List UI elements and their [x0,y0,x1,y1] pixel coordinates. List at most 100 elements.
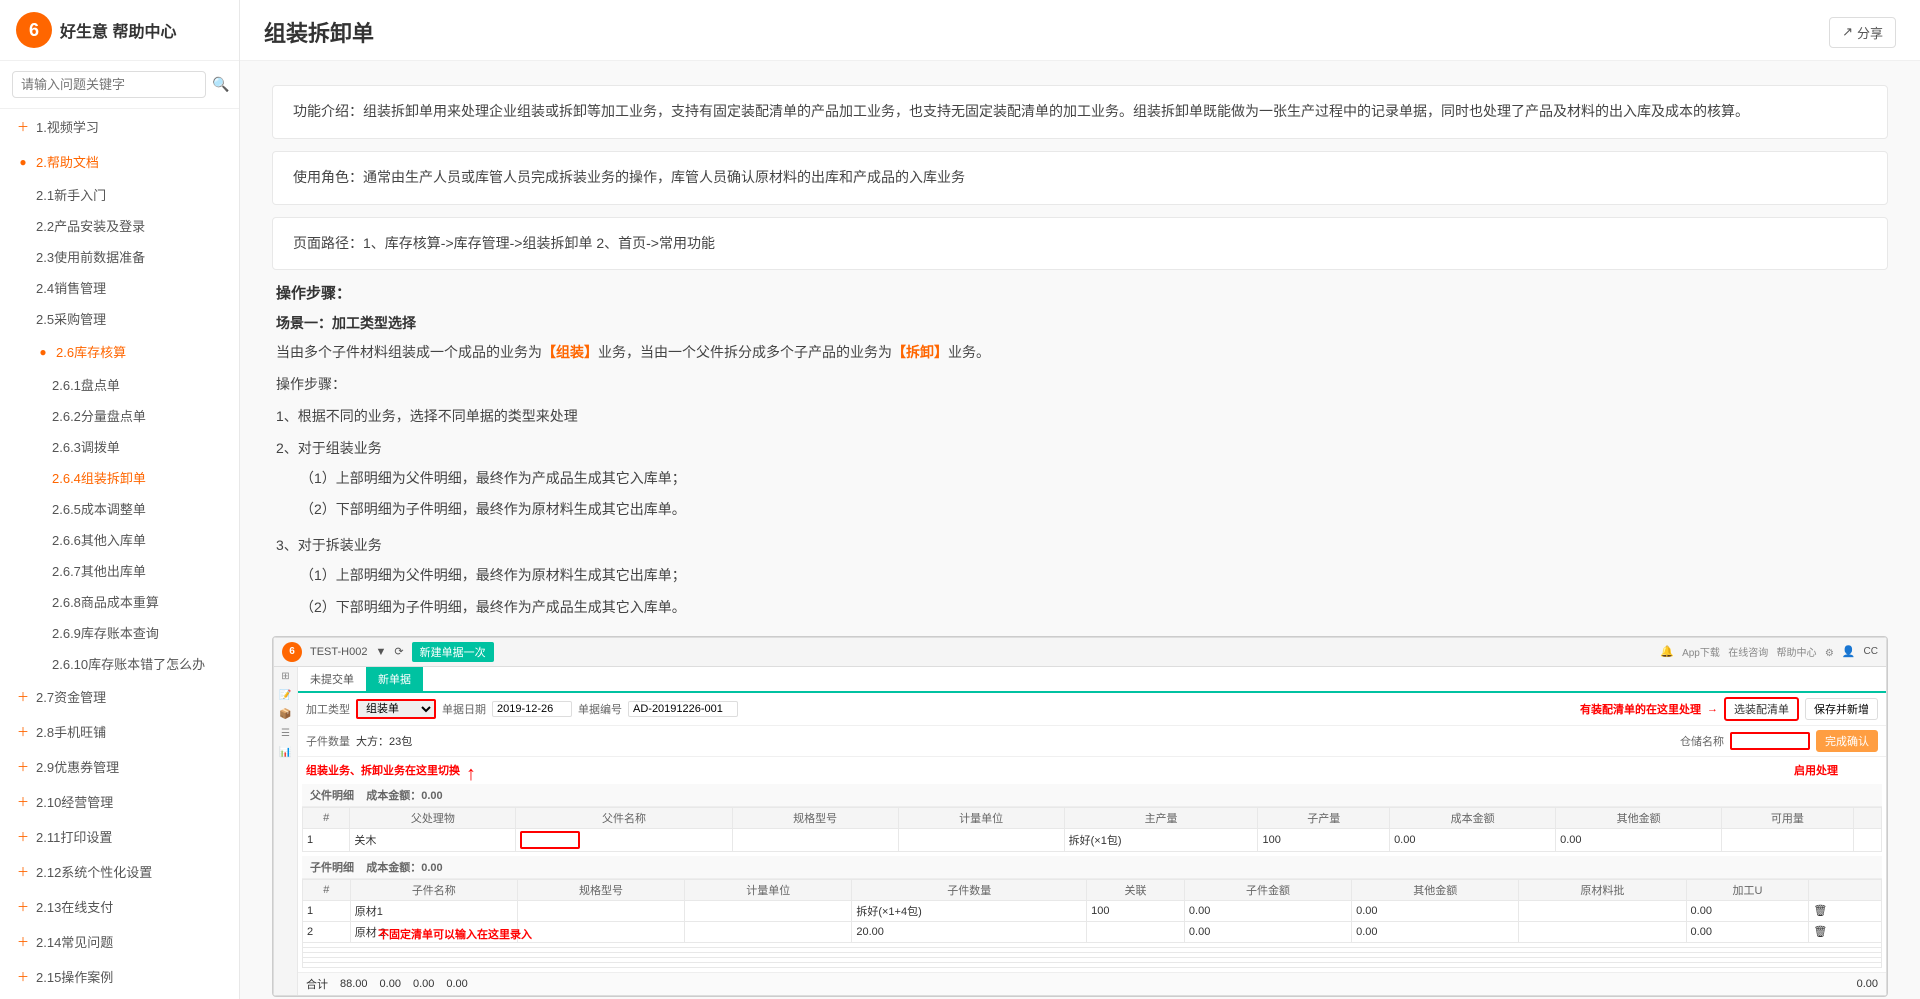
nav-section: ＋ 1.视频学习 ● 2.帮助文档 2.1新手入门 2.2产品安装及登录 2.3… [0,109,239,994]
th2-other: 其他金额 [1352,879,1519,900]
td-main-qty: 拆好(×1包) [1064,828,1258,851]
tab-bar: 未提交单 新单据 [298,667,1886,693]
app-new-order-btn[interactable]: 新建单据一次 [412,642,494,662]
sidebar-item-capital[interactable]: ＋ 2.7资金管理 [0,679,239,714]
sidebar-item-onlinepay[interactable]: ＋ 2.13在线支付 [0,889,239,924]
plus-icon8: ＋ [16,900,30,914]
search-input[interactable] [12,71,206,98]
th-main-qty: 主产量 [1064,807,1258,828]
input-store[interactable] [1730,732,1810,750]
th-parent-id: 父处理物 [350,807,516,828]
select-type[interactable]: 组装单 拆卸单 [356,699,436,719]
btn-select-bom[interactable]: 选装配清单 [1724,697,1799,721]
label-type: 加工类型 [306,701,350,717]
td2-unit [685,900,852,921]
sidebar-item-cases[interactable]: ＋ 2.15操作案例 [0,959,239,994]
sidebar-subitem-stocktake[interactable]: 2.6.1盘点单 [0,369,239,400]
logo-icon: 6 [16,12,52,48]
steps-heading: 操作步骤： [276,282,1884,303]
td2-num-2: 2 [303,921,351,942]
plus-icon9: ＋ [16,935,30,949]
annotation-bom: 有装配清单的在这里处理 [1580,701,1701,717]
btn-save[interactable]: 保存并新增 [1805,698,1878,720]
sidebar-subitem-newcomer[interactable]: 2.1新手入门 [0,179,239,210]
input-parent-name[interactable] [520,831,580,849]
sidebar-subitem-adjust[interactable]: 2.6.3调拨单 [0,431,239,462]
annotation-enable: 启用处理 [1794,762,1838,778]
sidebar-item-label: 2.10经营管理 [36,792,113,811]
td2-name: 原材1 [350,900,517,921]
left-icon-col: ⊞ 📝 📦 ☰ 📊 [274,667,298,995]
sidebar-subitem-assembly[interactable]: 2.6.4组装拆卸单 [0,462,239,493]
sidebar-subitem-otheroutstock[interactable]: 2.6.7其他出库单 [0,555,239,586]
icon-list: ☰ [281,728,290,739]
sidebar-subitem-costadj[interactable]: 2.6.5成本调整单 [0,493,239,524]
sidebar-subitem-purchase[interactable]: 2.5采购管理 [0,303,239,334]
app-dropdown-icon: ▼ [375,646,386,658]
td-parent-name [516,828,732,851]
td2-batch-2 [1519,921,1686,942]
td2-ops: 🗑 [1809,900,1882,921]
tab-blank[interactable] [423,667,447,691]
sidebar-item-print[interactable]: ＋ 2.11打印设置 [0,819,239,854]
th2-child-name: 子件名称 [350,879,517,900]
step2-1: （1）上部明细为父件明细，最终作为产成品生成其它入库单； [276,467,1884,491]
annotation-row: 组装业务、拆卸业务在这里切换 ↑ 启用处理 [298,757,1886,784]
step2: 2、对于组装业务 [276,437,1884,461]
th-other: 其他金额 [1556,807,1722,828]
sidebar-subitem-prepare[interactable]: 2.3使用前数据准备 [0,241,239,272]
td2-ops-2: 🗑 [1809,921,1882,942]
icon-home: ⊞ [281,671,289,682]
td2-spec [517,900,684,921]
upper-table: # 父处理物 父件名称 规格型号 计量单位 主产量 子产量 成本金额 其他金额 [302,807,1882,852]
search-icon[interactable]: 🔍 [212,76,229,93]
plus-icon6: ＋ [16,830,30,844]
count-val: 大方：23包 [356,733,412,749]
sidebar-subitem-accounterr[interactable]: 2.6.10库存账本错了怎么办 [0,648,239,679]
share-button[interactable]: ↗ 分享 [1829,17,1896,48]
sidebar-subitem-partial[interactable]: 2.6.2分量盘点单 [0,400,239,431]
app-toolbar-links: App下载 在线咨询 帮助中心 ⚙ [1682,644,1834,659]
annotation-switch: 组装业务、拆卸业务在这里切换 [306,762,460,778]
sidebar-item-faq[interactable]: ＋ 2.14常见问题 [0,924,239,959]
label-num: 单据编号 [578,701,622,717]
sidebar-subitem-stockcheck[interactable]: 2.6.9库存账本查询 [0,617,239,648]
sidebar-subitem-sales[interactable]: 2.4销售管理 [0,272,239,303]
main-content: 组装拆卸单 ↗ 分享 功能介绍：组装拆卸单用来处理企业组装或拆卸等加工业务，支持… [240,0,1920,999]
share-label: 分享 [1857,23,1883,42]
app-bell-icon: 🔔 [1660,645,1674,658]
sidebar-item-video[interactable]: ＋ 1.视频学习 [0,109,239,144]
form-row-2: 子件数量 大方：23包 仓储名称 完成确认 [298,726,1886,757]
input-num[interactable] [628,701,738,717]
sidebar-item-label: 2.12系统个性化设置 [36,862,152,881]
sidebar-item-personalize[interactable]: ＋ 2.12系统个性化设置 [0,854,239,889]
tab-new[interactable]: 新单据 [366,667,423,691]
sidebar-subitem-otherinstock[interactable]: 2.6.6其他入库单 [0,524,239,555]
upper-table-section: 父件明细 成本金额：0.00 # 父处理物 父件名称 规格型号 计量单位 [298,784,1886,856]
td2-related-2 [1087,921,1185,942]
app-main-flex: ⊞ 📝 📦 ☰ 📊 未提交单 新单据 [274,667,1886,995]
tab-unsubmitted[interactable]: 未提交单 [298,667,366,691]
sidebar-item-label: 2.14常见问题 [36,932,113,951]
sidebar-item-docs[interactable]: ● 2.帮助文档 [0,144,239,179]
sidebar-item-mobile[interactable]: ＋ 2.8手机旺铺 [0,714,239,749]
form-area: 加工类型 组装单 拆卸单 单据日期 单据编号 有装配清单的在这 [298,693,1886,784]
search-box: 🔍 [0,61,239,109]
sidebar-subitem-costrecalc[interactable]: 2.6.8商品成本重算 [0,586,239,617]
arrow-down: ↑ [466,763,476,786]
app-right-panel: 未提交单 新单据 加工类型 组装单 拆卸单 [298,667,1886,995]
btn-confirm[interactable]: 完成确认 [1816,730,1878,752]
plus-icon: ＋ [16,120,30,134]
sidebar-item-inventory[interactable]: ● 2.6库存核算 [0,334,239,369]
footer-label: 合计 [306,976,328,992]
highlight-assembly: 【组装】 [542,344,598,360]
sidebar-item-operation[interactable]: ＋ 2.10经营管理 [0,784,239,819]
main-header: 组装拆卸单 ↗ 分享 [240,0,1920,61]
sidebar-item-coupon[interactable]: ＋ 2.9优惠券管理 [0,749,239,784]
td2-num: 1 [303,900,351,921]
content-area: 功能介绍：组装拆卸单用来处理企业组装或拆卸等加工业务，支持有固定装配清单的产品加… [240,61,1920,999]
lower-table-row-2: 2 原材 2 20.00 0.00 0.00 [303,921,1882,942]
input-date[interactable] [492,701,572,717]
td-parent-id: 关木 [350,828,516,851]
sidebar-subitem-install[interactable]: 2.2产品安装及登录 [0,210,239,241]
